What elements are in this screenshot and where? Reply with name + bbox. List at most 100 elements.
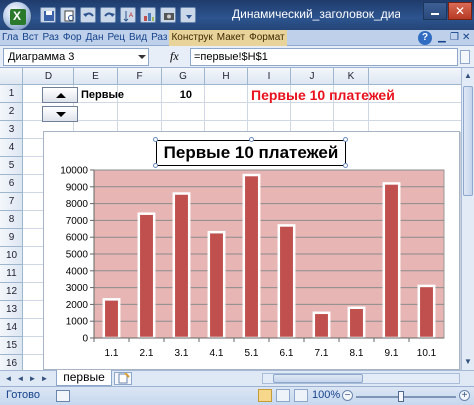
column-header-f[interactable]: F [118,68,162,85]
row-header-9[interactable]: 9 [0,229,23,247]
row-header-11[interactable]: 11 [0,265,23,283]
last-sheet-icon[interactable]: ► [39,373,50,384]
minimize-button[interactable] [423,2,447,20]
ribbon-close-icon[interactable]: ✕ [462,32,472,43]
formula-input[interactable]: =первые!$H$1 [190,48,458,66]
ribbon-tab-bar: Гла Вст Раз Фор Дан Рец Вид Раз Конструк Макет Фор… [0,30,474,46]
office-button[interactable] [2,1,32,31]
row-header-3[interactable]: 3 [0,121,23,139]
macro-record-icon[interactable] [56,390,70,402]
save-icon[interactable] [40,7,56,23]
row-header-7[interactable]: 7 [0,193,23,211]
select-all-corner[interactable] [0,68,23,85]
cell-h1[interactable]: Первые 10 платежей [251,86,395,104]
resize-handle[interactable] [343,137,348,142]
zoom-level[interactable]: 100% [312,389,340,401]
spinner-down-button[interactable] [42,106,78,122]
row-header-8[interactable]: 8 [0,211,23,229]
sort-icon[interactable]: A [120,7,136,23]
ribbon-tab[interactable]: Вст [20,30,40,46]
insert-function-icon[interactable]: fx [170,49,179,64]
row-header-10[interactable]: 10 [0,247,23,265]
window-controls: ✕ [423,2,472,20]
column-header-j[interactable]: J [291,68,334,85]
chart-area[interactable]: 0 1000 2000 3000 4000 5000 6000 7000 8000 9000 100… [43,131,460,370]
ribbon-tab[interactable]: Дан [84,30,106,46]
y-tick-label: 8000 [66,199,89,210]
ribbon-tab[interactable]: Формат [247,30,287,46]
ribbon-tab[interactable]: Гла [0,30,20,46]
page-break-view-button[interactable] [294,389,308,402]
zoom-slider-thumb[interactable] [398,391,404,402]
row-header-15[interactable]: 15 [0,337,23,355]
bar-5.1 [242,173,261,340]
row-header-1[interactable]: 1 [0,85,23,103]
customize-toolbar-icon[interactable] [180,7,196,23]
ribbon-tab[interactable]: Рец [105,30,127,46]
ribbon-minimize-icon[interactable]: ▁ [438,32,448,43]
cell-e1[interactable]: Первые [81,86,124,104]
scroll-down-icon[interactable]: ▼ [464,358,472,366]
bar-3.1 [172,192,191,340]
ribbon-tab[interactable]: Раз [149,30,169,46]
page-layout-view-button[interactable] [276,389,290,402]
quick-access-toolbar: A [40,7,196,23]
zoom-out-button[interactable]: − [342,390,353,401]
column-header-d[interactable]: D [24,68,74,85]
print-preview-icon[interactable] [60,7,76,23]
chevron-down-icon[interactable] [138,55,146,59]
row-header-2[interactable]: 2 [0,103,23,121]
zoom-slider[interactable] [356,396,456,398]
row-header-14[interactable]: 14 [0,319,23,337]
chart-icon[interactable] [140,7,156,23]
scroll-thumb[interactable] [463,86,473,196]
column-header-k[interactable]: K [334,68,369,85]
worksheet-grid[interactable]: DEFGHIJK 1 2 3 4 5 6 7 8 9 10 11 12 13 14 15 16 Первые … [0,68,461,370]
x-tick-label: 6.1 [280,348,294,359]
next-sheet-icon[interactable]: ► [27,373,38,384]
column-header-e[interactable]: E [74,68,118,85]
bar-4.1 [207,230,226,340]
resize-handle[interactable] [343,163,348,168]
expand-formula-bar-icon[interactable] [460,50,470,64]
column-header-i[interactable]: I [248,68,291,85]
resize-handle[interactable] [249,137,254,142]
row-header-6[interactable]: 6 [0,175,23,193]
y-tick-label: 10000 [60,166,88,177]
ribbon-tab[interactable]: Макет [214,30,248,46]
row-header-13[interactable]: 13 [0,301,23,319]
close-button[interactable]: ✕ [448,2,472,20]
spinner-up-button[interactable] [42,87,78,103]
name-box[interactable]: Диаграмма 3 [3,48,149,66]
first-sheet-icon[interactable]: ◄ [3,373,14,384]
insert-sheet-icon[interactable] [114,372,132,385]
undo-icon[interactable] [80,7,96,23]
horizontal-scrollbar[interactable] [262,373,460,384]
row-header-12[interactable]: 12 [0,283,23,301]
row-header-5[interactable]: 5 [0,157,23,175]
ribbon-restore-icon[interactable]: ❐ [450,32,460,43]
ribbon-tab[interactable]: Вид [127,30,149,46]
help-icon[interactable]: ? [418,31,432,45]
scroll-up-icon[interactable]: ▲ [464,72,472,80]
column-header-h[interactable]: H [205,68,248,85]
resize-handle[interactable] [153,163,158,168]
vertical-scrollbar[interactable]: ▲ ▼ [461,68,474,370]
scroll-thumb[interactable] [273,374,363,383]
row-header-4[interactable]: 4 [0,139,23,157]
chart-title-box[interactable]: Первые 10 платежей [156,140,346,166]
bar-8.1 [347,306,366,340]
column-header-g[interactable]: G [162,68,205,85]
zoom-in-button[interactable]: + [459,390,470,401]
normal-view-button[interactable] [258,389,272,402]
sheet-tab-pervye[interactable]: первые [56,370,112,386]
cell-f1[interactable]: 10 [168,86,192,104]
prev-sheet-icon[interactable]: ◄ [15,373,26,384]
redo-icon[interactable] [100,7,116,23]
ribbon-tab[interactable]: Раз [41,30,61,46]
camera-icon[interactable] [160,7,176,23]
ribbon-tab[interactable]: Фор [61,30,84,46]
row-header-16[interactable]: 16 [0,355,23,370]
ribbon-tab[interactable]: Конструк [169,30,215,46]
resize-handle[interactable] [153,137,158,142]
